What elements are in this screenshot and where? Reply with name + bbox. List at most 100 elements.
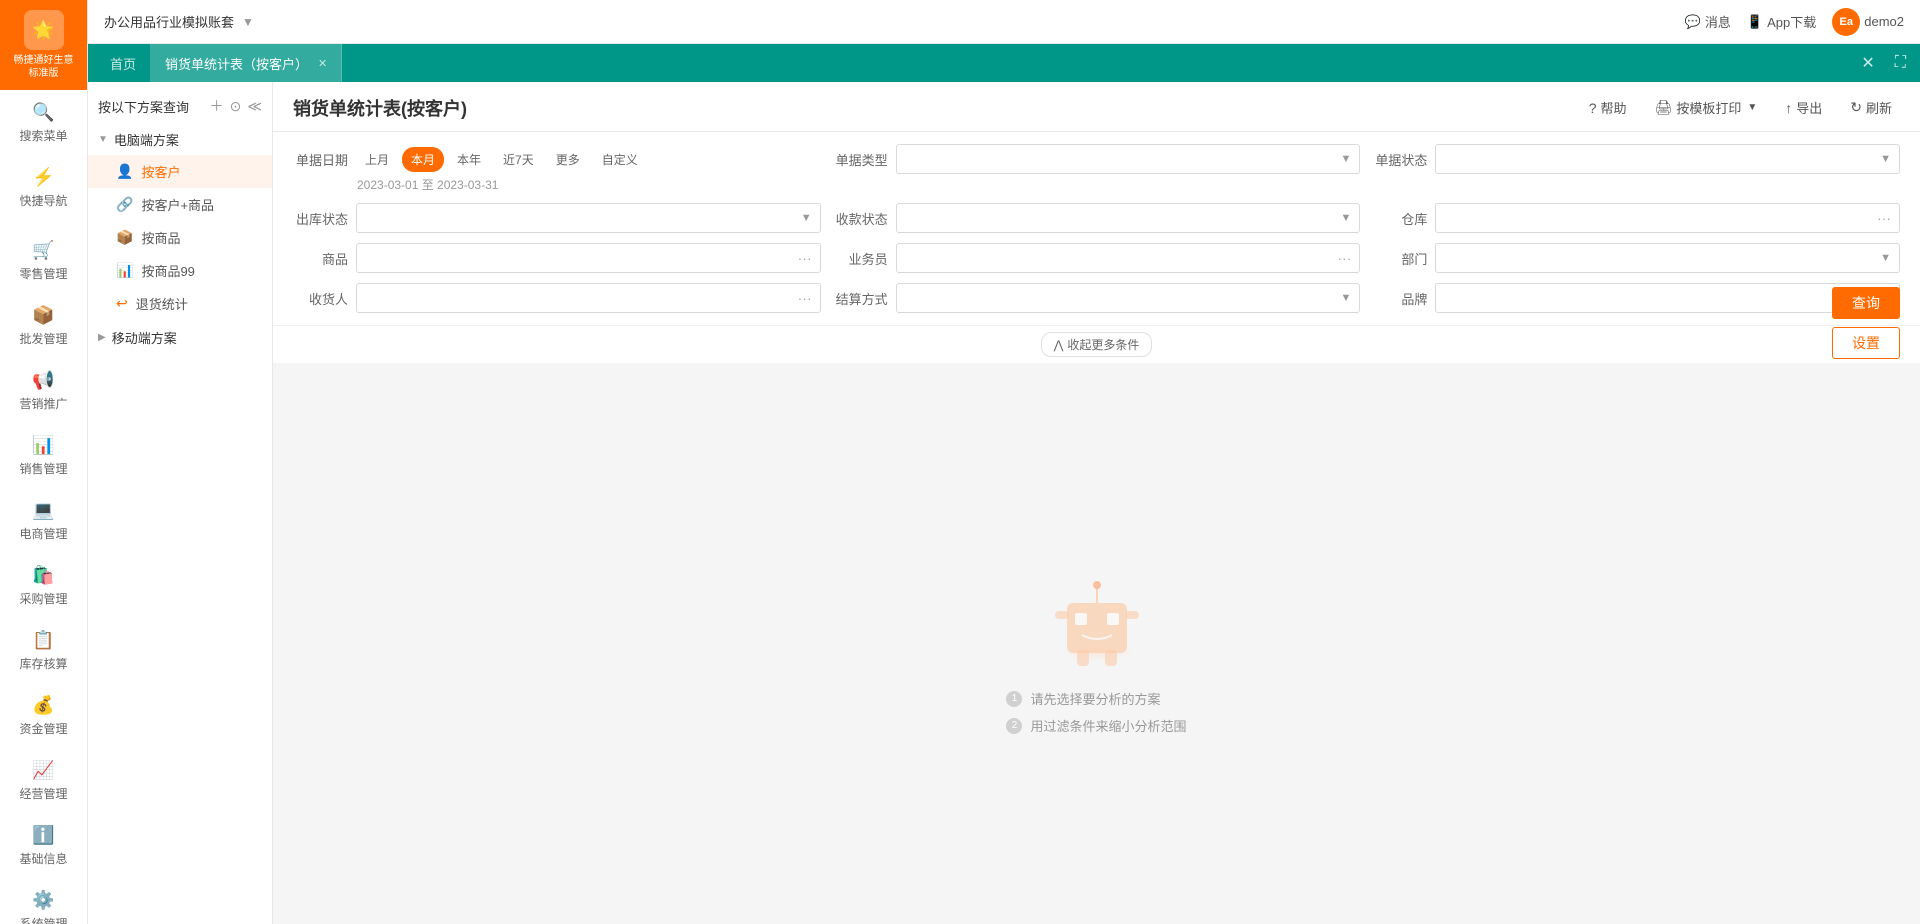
order-type-group: 单据类型 ▼ [833,144,1361,174]
filter-section: 单据日期 上月 本月 本年 近7天 更多 自定义 [273,132,1920,363]
app-download-button[interactable]: 📱 App下载 [1747,12,1816,31]
scheme-settings-icon[interactable]: ⊙ [230,98,242,115]
consignee-dots: ··· [798,290,812,306]
warehouse-select[interactable]: ··· [1435,203,1900,233]
user-menu[interactable]: Ea demo2 [1832,8,1904,36]
scheme-panel-title: 按以下方案查询 [98,97,189,116]
collapse-row: ⋀ 收起更多条件 [273,325,1920,363]
mobile-group-arrow: ▶ [98,332,106,343]
sidebar-item-inventory[interactable]: 📋 库存核算 [0,618,87,683]
template-print-button[interactable]: 🖨 按模板打印 ▼ [1647,94,1766,121]
query-button[interactable]: 查询 [1832,287,1900,319]
app-logo: 🌟 畅捷通好生意 标准版 [0,0,88,90]
sidebar-item-search[interactable]: 🔍 搜索菜单 [0,90,87,155]
scheme-add-icon[interactable]: ＋ [210,96,224,116]
date-tab-this-month[interactable]: 本月 [402,147,444,172]
dept-select[interactable]: ▼ [1435,243,1900,273]
search-icon: 🔍 [32,100,54,125]
sidebar-item-system[interactable]: ⚙️ 系统管理 [0,878,87,924]
scheme-item-by-customer[interactable]: 👤 按客户 [88,155,272,188]
date-tab-this-year[interactable]: 本年 [448,147,490,172]
collapse-button[interactable]: ⋀ 收起更多条件 [1041,332,1153,357]
date-label: 单据日期 [293,150,348,169]
settlement-select[interactable]: ▼ [896,283,1361,313]
message-icon: 💬 [1685,14,1701,30]
scheme-item-by-customer-product[interactable]: 🔗 按客户+商品 [88,188,272,221]
export-button[interactable]: ↑ 导出 [1777,94,1830,121]
date-tab-custom[interactable]: 自定义 [593,147,647,172]
sidebar-item-ecommerce[interactable]: 💻 电商管理 [0,488,87,553]
scheme-item-by-product[interactable]: 📦 按商品 [88,221,272,254]
sidebar-item-marketing[interactable]: 📢 营销推广 [0,358,87,423]
operations-icon: 📈 [32,758,54,783]
marketing-icon: 📢 [32,368,54,393]
dept-arrow: ▼ [1880,252,1891,264]
scheme-group-desktop-header[interactable]: ▼ 电脑端方案 [88,124,272,155]
brand-group: 品牌 ··· [1372,283,1900,313]
system-icon: ⚙️ [32,888,54,913]
date-tab-last-7-days[interactable]: 近7天 [494,147,543,172]
scheme-panel-header: 按以下方案查询 ＋ ⊙ ≪ [88,90,272,124]
salesperson-select[interactable]: ··· [896,243,1361,273]
sidebar-item-retail[interactable]: 🛒 零售管理 [0,228,87,293]
header-left: 办公用品行业模拟账套 ▼ [104,12,254,31]
settings-button[interactable]: 设置 [1832,327,1900,359]
payment-status-label: 收款状态 [833,209,888,228]
message-button[interactable]: 💬 消息 [1685,12,1731,31]
username: demo2 [1864,14,1904,29]
logo-icon: 🌟 [24,10,64,50]
inventory-icon: 📋 [32,628,54,653]
right-content: 销货单统计表(按客户) ? 帮助 🖨 按模板打印 ▼ ↑ [273,82,1920,924]
tip-1: 1 请先选择要分析的方案 [1006,689,1186,708]
desktop-group-arrow: ▼ [98,134,108,145]
order-status-arrow: ▼ [1880,153,1891,165]
tab-close-button[interactable]: ✕ [318,57,327,70]
tab-minimize-button[interactable]: ✕ [1855,49,1880,77]
settlement-arrow: ▼ [1340,292,1351,304]
date-filter-group: 单据日期 上月 本月 本年 近7天 更多 自定义 [293,147,821,172]
date-tab-more[interactable]: 更多 [547,147,589,172]
refresh-button[interactable]: ↻ 刷新 [1842,94,1900,121]
tab-home[interactable]: 首页 [96,44,151,82]
sidebar-item-sales[interactable]: 📊 销售管理 [0,423,87,488]
warehouse-group: 仓库 ··· [1372,203,1900,233]
out-status-label: 出库状态 [293,209,348,228]
payment-status-group: 收款状态 ▼ [833,203,1361,233]
help-button[interactable]: ? 帮助 [1581,94,1635,121]
suite-dropdown-arrow[interactable]: ▼ [242,15,254,29]
scheme-item-by-product-99[interactable]: 📊 按商品99 [88,254,272,287]
empty-illustration [1037,553,1157,673]
tab-maximize-button[interactable]: ⛶ [1889,50,1912,76]
sidebar-item-operations[interactable]: 📈 经营管理 [0,748,87,813]
consignee-select[interactable]: ··· [356,283,821,313]
order-type-select[interactable]: ▼ [896,144,1361,174]
sidebar-item-basic[interactable]: ℹ️ 基础信息 [0,813,87,878]
quick-nav-icon: ⚡ [32,165,54,190]
dept-group: 部门 ▼ [1372,243,1900,273]
brand-select[interactable]: ··· [1435,283,1900,313]
page-header: 销货单统计表(按客户) ? 帮助 🖨 按模板打印 ▼ ↑ [273,82,1920,132]
scheme-item-return-stats[interactable]: ↩ 退货统计 [88,287,272,320]
product99-icon: 📊 [116,262,133,279]
scheme-group-mobile: ▶ 移动端方案 [88,322,272,353]
order-status-group: 单据状态 ▼ [1372,144,1900,174]
collapse-up-icon: ⋀ [1054,338,1064,352]
empty-tips: 1 请先选择要分析的方案 2 用过滤条件来缩小分析范围 [1006,689,1186,735]
page-actions: ? 帮助 🖨 按模板打印 ▼ ↑ 导出 ↻ [1581,94,1900,121]
suite-title: 办公用品行业模拟账套 [104,12,234,31]
payment-status-select[interactable]: ▼ [896,203,1361,233]
sidebar-item-purchase[interactable]: 🛍️ 采购管理 [0,553,87,618]
date-tab-last-month[interactable]: 上月 [356,147,398,172]
sidebar-item-wholesale[interactable]: 📦 批发管理 [0,293,87,358]
sidebar-item-quick-nav[interactable]: ⚡ 快捷导航 [0,155,87,220]
tab-sales-stats[interactable]: 销货单统计表（按客户） ✕ [151,44,342,82]
scheme-collapse-icon[interactable]: ≪ [247,98,262,115]
order-status-select[interactable]: ▼ [1435,144,1900,174]
basic-icon: ℹ️ [32,823,54,848]
empty-state: 1 请先选择要分析的方案 2 用过滤条件来缩小分析范围 [273,364,1920,924]
out-status-select[interactable]: ▼ [356,203,821,233]
goods-select[interactable]: ··· [356,243,821,273]
return-icon: ↩ [116,295,128,312]
scheme-group-mobile-header[interactable]: ▶ 移动端方案 [88,322,272,353]
sidebar-item-finance[interactable]: 💰 资金管理 [0,683,87,748]
